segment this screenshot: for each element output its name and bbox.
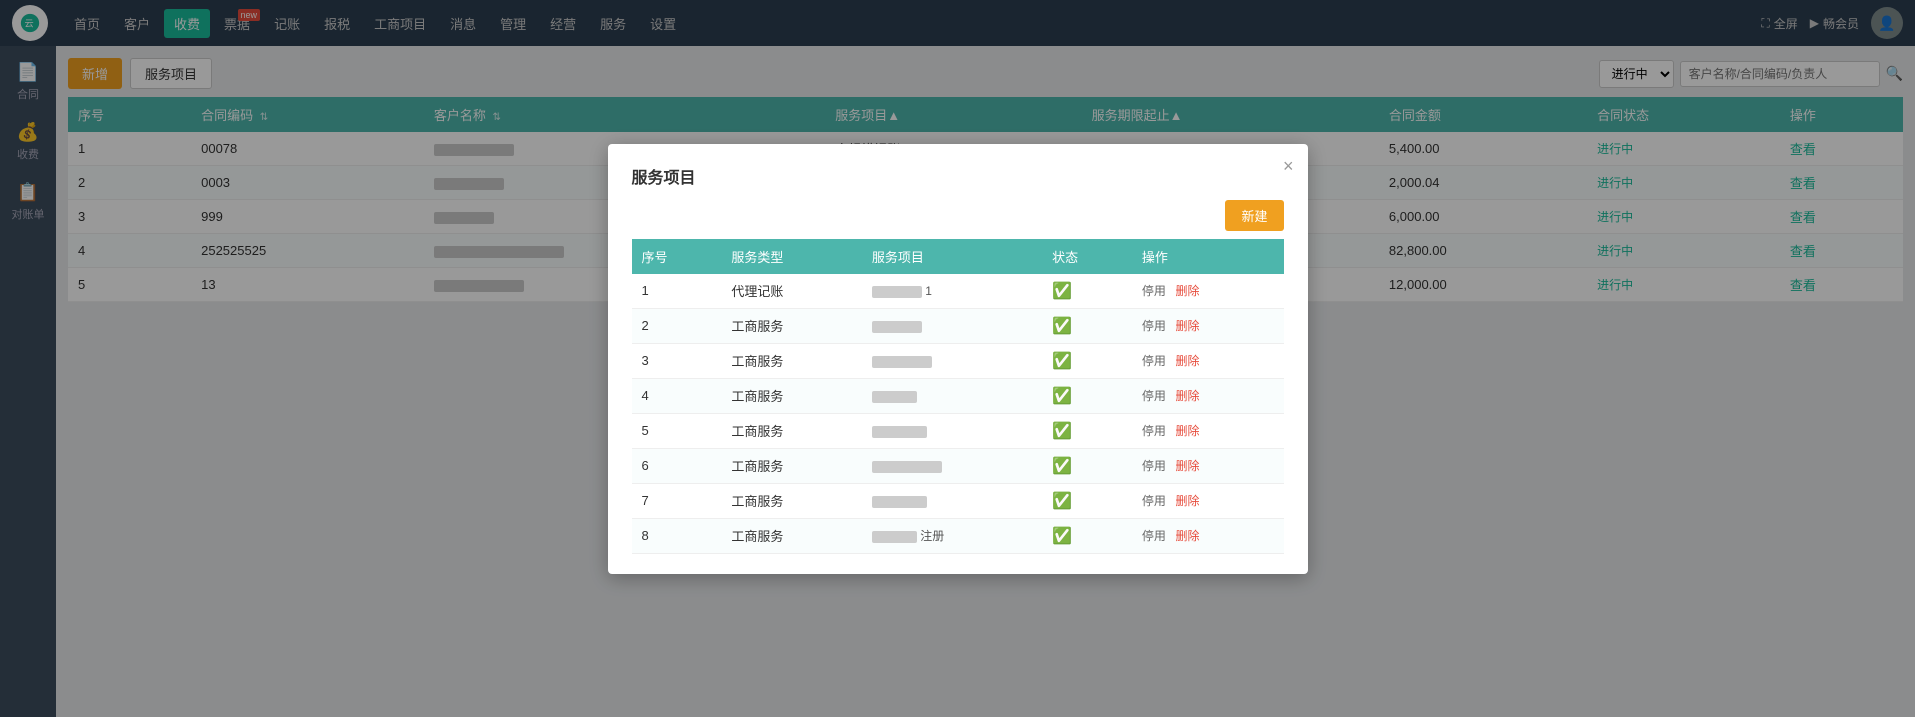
modal-col-item: 服务项目	[862, 239, 1042, 274]
modal-cell-type: 工商服务	[721, 483, 862, 518]
service-items-table: 序号 服务类型 服务项目 状态 操作 1 代理记账 1 ✅ 停用 删除 2	[632, 239, 1284, 554]
modal-cell-seq: 1	[632, 274, 722, 309]
modal-table-row: 4 工商服务 ✅ 停用 删除	[632, 378, 1284, 413]
modal-cell-status: ✅	[1042, 378, 1132, 413]
stop-button[interactable]: 停用	[1142, 354, 1166, 368]
stop-button[interactable]: 停用	[1142, 494, 1166, 508]
modal-cell-action[interactable]: 停用 删除	[1132, 518, 1284, 553]
modal-cell-type: 工商服务	[721, 518, 862, 553]
delete-button[interactable]: 删除	[1176, 424, 1200, 438]
delete-button[interactable]: 删除	[1176, 354, 1200, 368]
modal-cell-action[interactable]: 停用 删除	[1132, 378, 1284, 413]
modal-table-row: 5 工商服务 ✅ 停用 删除	[632, 413, 1284, 448]
stop-button[interactable]: 停用	[1142, 284, 1166, 298]
delete-button[interactable]: 删除	[1176, 284, 1200, 298]
stop-button[interactable]: 停用	[1142, 529, 1166, 543]
modal-cell-action[interactable]: 停用 删除	[1132, 343, 1284, 378]
modal-cell-action[interactable]: 停用 删除	[1132, 308, 1284, 343]
modal-cell-item	[862, 378, 1042, 413]
main-content: 新增 服务项目 进行中 已完成 已终止 🔍 序号 合同编码 ⇅ 客户名称 ⇅ 服…	[56, 46, 1915, 717]
delete-button[interactable]: 删除	[1176, 389, 1200, 403]
modal-col-action: 操作	[1132, 239, 1284, 274]
delete-button[interactable]: 删除	[1176, 459, 1200, 473]
stop-button[interactable]: 停用	[1142, 424, 1166, 438]
modal-cell-item	[862, 483, 1042, 518]
modal-cell-seq: 5	[632, 413, 722, 448]
modal-cell-status: ✅	[1042, 448, 1132, 483]
service-items-modal: × 服务项目 新建 序号 服务类型 服务项目 状态 操作	[608, 144, 1308, 574]
modal-cell-type: 工商服务	[721, 308, 862, 343]
delete-button[interactable]: 删除	[1176, 319, 1200, 333]
modal-cell-seq: 2	[632, 308, 722, 343]
modal-cell-type: 代理记账	[721, 274, 862, 309]
modal-table-wrap: 序号 服务类型 服务项目 状态 操作 1 代理记账 1 ✅ 停用 删除 2	[632, 239, 1284, 554]
modal-cell-status: ✅	[1042, 518, 1132, 553]
stop-button[interactable]: 停用	[1142, 319, 1166, 333]
modal-cell-item	[862, 413, 1042, 448]
modal-cell-seq: 6	[632, 448, 722, 483]
modal-table-row: 6 工商服务 ✅ 停用 删除	[632, 448, 1284, 483]
modal-cell-item	[862, 448, 1042, 483]
modal-col-type: 服务类型	[721, 239, 862, 274]
modal-close-button[interactable]: ×	[1283, 156, 1294, 177]
modal-cell-type: 工商服务	[721, 413, 862, 448]
modal-col-status: 状态	[1042, 239, 1132, 274]
main-layout: 📄 合同 💰 收费 📋 对账单 新增 服务项目 进行中 已完成 已终止 🔍	[0, 46, 1915, 717]
modal-cell-type: 工商服务	[721, 448, 862, 483]
modal-new-button[interactable]: 新建	[1225, 200, 1283, 231]
modal-title: 服务项目	[632, 164, 1284, 188]
modal-cell-status: ✅	[1042, 483, 1132, 518]
modal-cell-type: 工商服务	[721, 343, 862, 378]
modal-cell-item	[862, 343, 1042, 378]
delete-button[interactable]: 删除	[1176, 529, 1200, 543]
stop-button[interactable]: 停用	[1142, 389, 1166, 403]
modal-cell-seq: 3	[632, 343, 722, 378]
modal-cell-status: ✅	[1042, 274, 1132, 309]
modal-cell-seq: 7	[632, 483, 722, 518]
modal-cell-action[interactable]: 停用 删除	[1132, 448, 1284, 483]
modal-cell-action[interactable]: 停用 删除	[1132, 483, 1284, 518]
modal-cell-seq: 8	[632, 518, 722, 553]
modal-table-row: 3 工商服务 ✅ 停用 删除	[632, 343, 1284, 378]
modal-cell-status: ✅	[1042, 343, 1132, 378]
delete-button[interactable]: 删除	[1176, 494, 1200, 508]
modal-cell-item: 注册	[862, 518, 1042, 553]
stop-button[interactable]: 停用	[1142, 459, 1166, 473]
modal-cell-seq: 4	[632, 378, 722, 413]
modal-cell-item	[862, 308, 1042, 343]
modal-table-row: 8 工商服务 注册 ✅ 停用 删除	[632, 518, 1284, 553]
modal-toolbar: 新建	[632, 200, 1284, 231]
modal-table-row: 7 工商服务 ✅ 停用 删除	[632, 483, 1284, 518]
modal-cell-action[interactable]: 停用 删除	[1132, 413, 1284, 448]
modal-cell-item: 1	[862, 274, 1042, 309]
modal-cell-type: 工商服务	[721, 378, 862, 413]
modal-table-row: 2 工商服务 ✅ 停用 删除	[632, 308, 1284, 343]
modal-table-row: 1 代理记账 1 ✅ 停用 删除	[632, 274, 1284, 309]
modal-header-row: 序号 服务类型 服务项目 状态 操作	[632, 239, 1284, 274]
modal-cell-status: ✅	[1042, 413, 1132, 448]
modal-overlay[interactable]: × 服务项目 新建 序号 服务类型 服务项目 状态 操作	[56, 46, 1915, 717]
modal-cell-status: ✅	[1042, 308, 1132, 343]
modal-cell-action[interactable]: 停用 删除	[1132, 274, 1284, 309]
modal-col-seq: 序号	[632, 239, 722, 274]
